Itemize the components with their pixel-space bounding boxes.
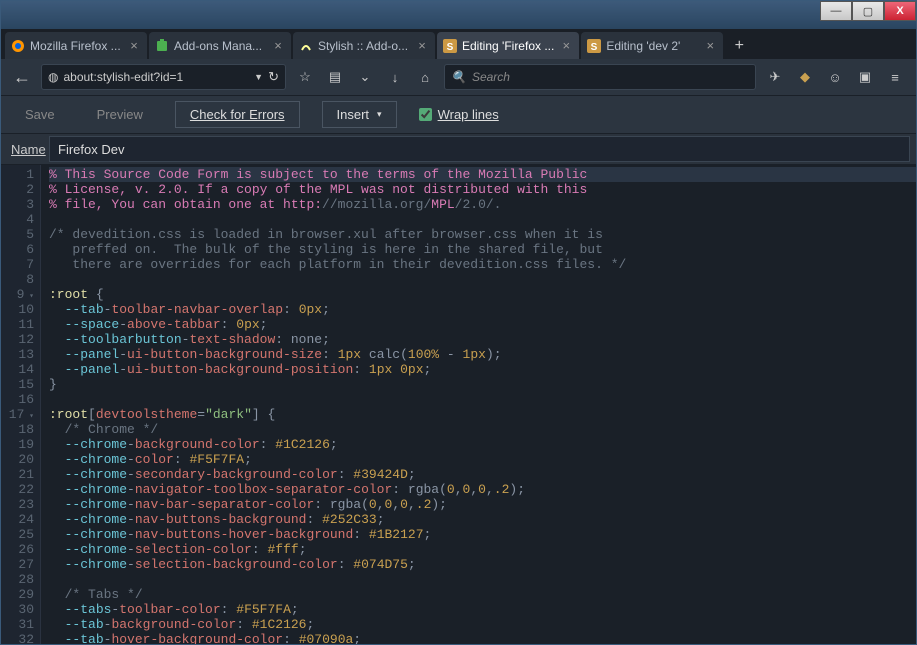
send-icon[interactable]: ✈ (762, 64, 788, 90)
code-line[interactable]: preffed on. The bulk of the styling is h… (49, 242, 916, 257)
code-line[interactable]: % file, You can obtain one at http://moz… (49, 197, 916, 212)
name-label: Name (1, 142, 49, 157)
code-line[interactable]: --panel-ui-button-background-size: 1px c… (49, 347, 916, 362)
check-errors-button[interactable]: Check for Errors (175, 101, 300, 128)
name-input[interactable] (49, 136, 910, 162)
tab-close-icon[interactable]: × (703, 39, 717, 53)
line-gutter: 1234567891011121314151617181920212223242… (1, 165, 41, 644)
code-line[interactable]: /* devedition.css is loaded in browser.x… (49, 227, 916, 242)
new-tab-button[interactable]: + (725, 33, 753, 59)
code-line[interactable]: --chrome-nav-bar-separator-color: rgba(0… (49, 497, 916, 512)
svg-text:S: S (591, 42, 598, 53)
stylish-square-icon[interactable]: ▣ (852, 64, 878, 90)
code-line[interactable]: --tab-background-color: #1C2126; (49, 617, 916, 632)
tab-title: Add-ons Mana... (174, 39, 266, 53)
code-line[interactable]: /* Chrome */ (49, 422, 916, 437)
code-line[interactable] (49, 392, 916, 407)
code-line[interactable]: --panel-ui-button-background-position: 1… (49, 362, 916, 377)
code-line[interactable] (49, 212, 916, 227)
wrap-lines-label: Wrap lines (438, 107, 499, 122)
code-line[interactable]: --chrome-nav-buttons-hover-background: #… (49, 527, 916, 542)
home-icon[interactable]: ⌂ (412, 64, 438, 90)
pocket-icon[interactable]: ⌄ (352, 64, 378, 90)
shield-icon[interactable]: ◆ (792, 64, 818, 90)
back-button[interactable]: ← (9, 64, 35, 90)
code-line[interactable] (49, 272, 916, 287)
browser-tab[interactable]: Add-ons Mana... × (149, 32, 291, 59)
code-line[interactable]: } (49, 377, 916, 392)
code-line[interactable]: --chrome-background-color: #1C2126; (49, 437, 916, 452)
titlebar: — ▢ X (1, 1, 916, 29)
url-dropdown-icon[interactable]: ▼ (254, 72, 263, 82)
code-line[interactable]: --space-above-tabbar: 0px; (49, 317, 916, 332)
library-icon[interactable]: ▤ (322, 64, 348, 90)
code-line[interactable]: there are overrides for each platform in… (49, 257, 916, 272)
window: — ▢ X Mozilla Firefox ...×Add-ons Mana..… (0, 0, 917, 645)
code-line[interactable] (49, 572, 916, 587)
face-icon[interactable]: ☺ (822, 64, 848, 90)
tab-icon: S (587, 39, 601, 53)
code-line[interactable]: --toolbarbutton-text-shadow: none; (49, 332, 916, 347)
browser-tab[interactable]: Stylish :: Add-o... × (293, 32, 435, 59)
preview-button: Preview (87, 102, 153, 127)
reload-icon[interactable]: ↻ (268, 69, 279, 85)
tab-title: Mozilla Firefox ... (30, 39, 122, 53)
code-line[interactable]: --tabs-toolbar-color: #F5F7FA; (49, 602, 916, 617)
window-maximize-button[interactable]: ▢ (852, 1, 884, 21)
code-line[interactable]: :root[devtoolstheme="dark"] { (49, 407, 916, 422)
svg-text:S: S (447, 42, 454, 53)
chevron-down-icon: ▾ (377, 109, 382, 120)
code-line[interactable]: --tab-toolbar-navbar-overlap: 0px; (49, 302, 916, 317)
tab-close-icon[interactable]: × (559, 39, 573, 53)
code-line[interactable]: --chrome-navigator-toolbox-separator-col… (49, 482, 916, 497)
tab-close-icon[interactable]: × (127, 39, 141, 53)
browser-tab[interactable]: Mozilla Firefox ... × (5, 32, 147, 59)
nav-toolbar: ← ◍ about:stylish-edit?id=1 ▼ ↻ ☆ ▤ ⌄ ↓ … (1, 59, 916, 95)
url-bar[interactable]: ◍ about:stylish-edit?id=1 ▼ ↻ (41, 64, 286, 90)
code-line[interactable]: /* Tabs */ (49, 587, 916, 602)
tab-icon (299, 39, 313, 53)
bookmark-star-icon[interactable]: ☆ (292, 64, 318, 90)
code-line[interactable]: :root { (49, 287, 916, 302)
save-button: Save (15, 102, 65, 127)
name-bar: Name (1, 133, 916, 165)
window-close-button[interactable]: X (884, 1, 916, 21)
tab-icon (155, 39, 169, 53)
tab-icon: S (443, 39, 457, 53)
downloads-icon[interactable]: ↓ (382, 64, 408, 90)
browser-tab[interactable]: S Editing 'dev 2' × (581, 32, 723, 59)
tab-close-icon[interactable]: × (415, 39, 429, 53)
wrap-lines-checkbox[interactable]: Wrap lines (419, 107, 499, 122)
code-line[interactable]: --chrome-color: #F5F7FA; (49, 452, 916, 467)
insert-label: Insert (337, 107, 370, 122)
code-line[interactable]: % This Source Code Form is subject to th… (49, 167, 916, 182)
tab-close-icon[interactable]: × (271, 39, 285, 53)
url-text: about:stylish-edit?id=1 (63, 70, 249, 84)
globe-icon: ◍ (48, 70, 58, 84)
search-bar[interactable]: 🔍 Search (444, 64, 756, 90)
browser-tab[interactable]: S Editing 'Firefox ... × (437, 32, 579, 59)
code-line[interactable]: --chrome-selection-color: #fff; (49, 542, 916, 557)
code-area[interactable]: % This Source Code Form is subject to th… (41, 165, 916, 644)
tab-title: Editing 'Firefox ... (462, 39, 554, 53)
code-line[interactable]: --chrome-secondary-background-color: #39… (49, 467, 916, 482)
code-editor[interactable]: 1234567891011121314151617181920212223242… (1, 165, 916, 644)
tab-title: Stylish :: Add-o... (318, 39, 410, 53)
code-line[interactable]: --chrome-nav-buttons-background: #252C33… (49, 512, 916, 527)
editor-toolbar: Save Preview Check for Errors Insert ▾ W… (1, 95, 916, 133)
tab-bar: Mozilla Firefox ...×Add-ons Mana...×Styl… (1, 29, 916, 59)
code-line[interactable]: --tab-hover-background-color: #07090a; (49, 632, 916, 644)
window-minimize-button[interactable]: — (820, 1, 852, 21)
wrap-lines-input[interactable] (419, 108, 432, 121)
menu-icon[interactable]: ≡ (882, 64, 908, 90)
insert-button[interactable]: Insert ▾ (322, 101, 397, 128)
code-line[interactable]: --chrome-selection-background-color: #07… (49, 557, 916, 572)
search-placeholder: Search (472, 70, 510, 84)
tab-icon (11, 39, 25, 53)
code-line[interactable]: % License, v. 2.0. If a copy of the MPL … (49, 182, 916, 197)
search-icon: 🔍 (451, 70, 466, 84)
tab-title: Editing 'dev 2' (606, 39, 698, 53)
